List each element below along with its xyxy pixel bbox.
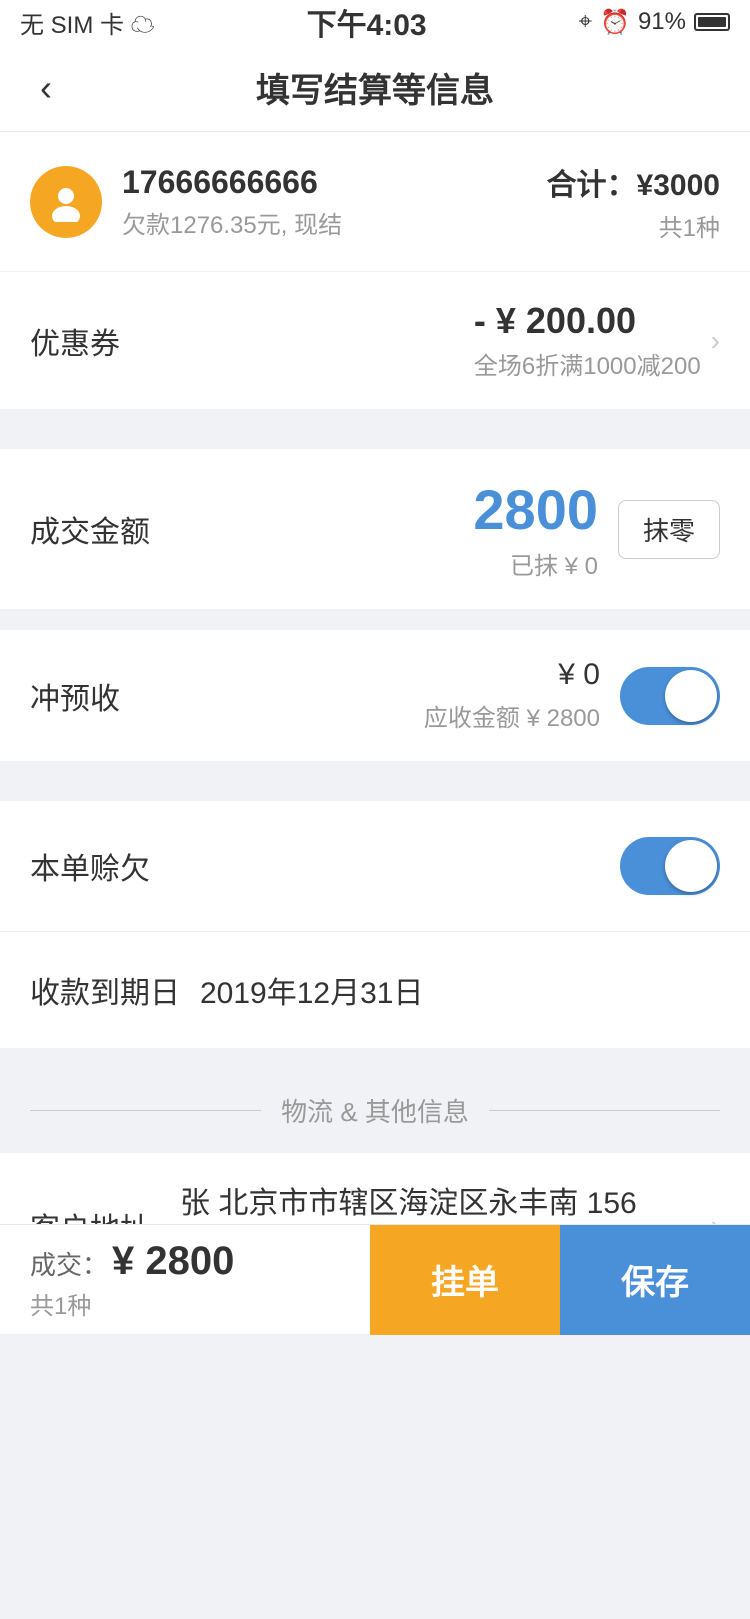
- battery-icon: [694, 13, 730, 31]
- logistics-divider: 物流 & 其他信息: [0, 1068, 750, 1153]
- prepay-receivable: 应收金额 ¥ 2800: [424, 698, 600, 733]
- status-bar: 无 SIM 卡 ☁ 下午4:03 ⌖ ⏰ 91%: [0, 0, 750, 44]
- customer-row: 17666666666 欠款1276.35元, 现结 合计：¥3000 共1种: [0, 132, 750, 272]
- prepay-info: ¥ 0 应收金额 ¥ 2800: [424, 658, 600, 733]
- customer-card: 17666666666 欠款1276.35元, 现结 合计：¥3000 共1种 …: [0, 132, 750, 409]
- amount-value: 2800: [473, 477, 598, 542]
- customer-phone: 17666666666: [122, 164, 342, 201]
- coupon-label: 优惠券: [30, 319, 120, 363]
- deal-label: 成交：: [30, 1245, 108, 1282]
- hold-button[interactable]: 挂单: [370, 1225, 560, 1335]
- prepay-label: 冲预收: [30, 674, 120, 718]
- wipe-button[interactable]: 抹零: [618, 500, 720, 559]
- bottom-count: 共1种: [30, 1286, 340, 1321]
- coupon-desc: 全场6折满1000减200: [474, 346, 701, 381]
- total-count: 共1种: [547, 208, 720, 243]
- status-bar-right: ⌖ ⏰ 91%: [579, 8, 730, 37]
- divider-3: [0, 1048, 750, 1068]
- debt-toggle[interactable]: [620, 837, 720, 895]
- customer-info: 17666666666 欠款1276.35元, 现结: [122, 164, 342, 240]
- divider-line-right: [489, 1110, 720, 1111]
- amount-row: 成交金额 2800 已抹 ¥ 0 抹零: [0, 449, 750, 610]
- coupon-discount: - ¥ 200.00: [474, 300, 701, 342]
- avatar: [30, 166, 102, 238]
- customer-total: 合计：¥3000 共1种: [547, 160, 720, 243]
- page-title: 填写结算等信息: [256, 63, 494, 112]
- bottom-bar: 成交： ¥ 2800 共1种 挂单 保存: [0, 1224, 750, 1334]
- total-value: 合计：¥3000: [547, 160, 720, 204]
- prepay-row: 冲预收 ¥ 0 应收金额 ¥ 2800: [0, 630, 750, 761]
- status-bar-left: 无 SIM 卡 ☁: [20, 5, 155, 40]
- main-content: 17666666666 欠款1276.35元, 现结 合计：¥3000 共1种 …: [0, 132, 750, 1619]
- divider-1: [0, 429, 750, 449]
- logistics-label: 物流 & 其他信息: [281, 1092, 469, 1129]
- coupon-chevron-icon: ›: [711, 325, 720, 357]
- debt-row: 本单赊欠: [0, 801, 750, 931]
- prepay-value: ¥ 0: [558, 658, 600, 692]
- inner-divider: [0, 610, 750, 630]
- due-date-label: 收款到期日: [30, 968, 180, 1012]
- customer-debt: 欠款1276.35元, 现结: [122, 205, 342, 240]
- amount-wiped: 已抹 ¥ 0: [473, 546, 598, 581]
- customer-left: 17666666666 欠款1276.35元, 现结: [30, 164, 342, 240]
- coupon-row[interactable]: 优惠券 - ¥ 200.00 全场6折满1000减200 ›: [0, 272, 750, 409]
- divider-line-left: [30, 1110, 261, 1111]
- battery-level: 91%: [638, 8, 686, 36]
- nav-bar: ‹ 填写结算等信息: [0, 44, 750, 132]
- debt-label: 本单赊欠: [30, 844, 150, 888]
- amount-right: 2800 已抹 ¥ 0 抹零: [473, 477, 720, 581]
- coupon-right: - ¥ 200.00 全场6折满1000减200 ›: [474, 300, 720, 381]
- save-button[interactable]: 保存: [560, 1225, 750, 1335]
- divider-2: [0, 781, 750, 801]
- bottom-summary: 成交： ¥ 2800 共1种: [0, 1239, 370, 1321]
- back-button[interactable]: ‹: [30, 57, 62, 119]
- alarm-icon: ⏰: [600, 8, 630, 37]
- debt-toggle-knob: [665, 840, 717, 892]
- prepay-toggle[interactable]: [620, 667, 720, 725]
- due-date-value: 2019年12月31日: [200, 968, 423, 1012]
- amount-section: 成交金额 2800 已抹 ¥ 0 抹零 冲预收 ¥ 0 应收金额 ¥ 2800: [0, 449, 750, 761]
- toggle-knob: [665, 670, 717, 722]
- due-date-row: 收款到期日 2019年12月31日: [0, 932, 750, 1048]
- bottom-amount: ¥ 2800: [112, 1239, 234, 1284]
- sim-status: 无 SIM 卡 ☁: [20, 5, 155, 40]
- location-icon: ⌖: [579, 8, 593, 36]
- status-bar-time: 下午4:03: [307, 0, 427, 44]
- amount-label: 成交金额: [30, 507, 150, 551]
